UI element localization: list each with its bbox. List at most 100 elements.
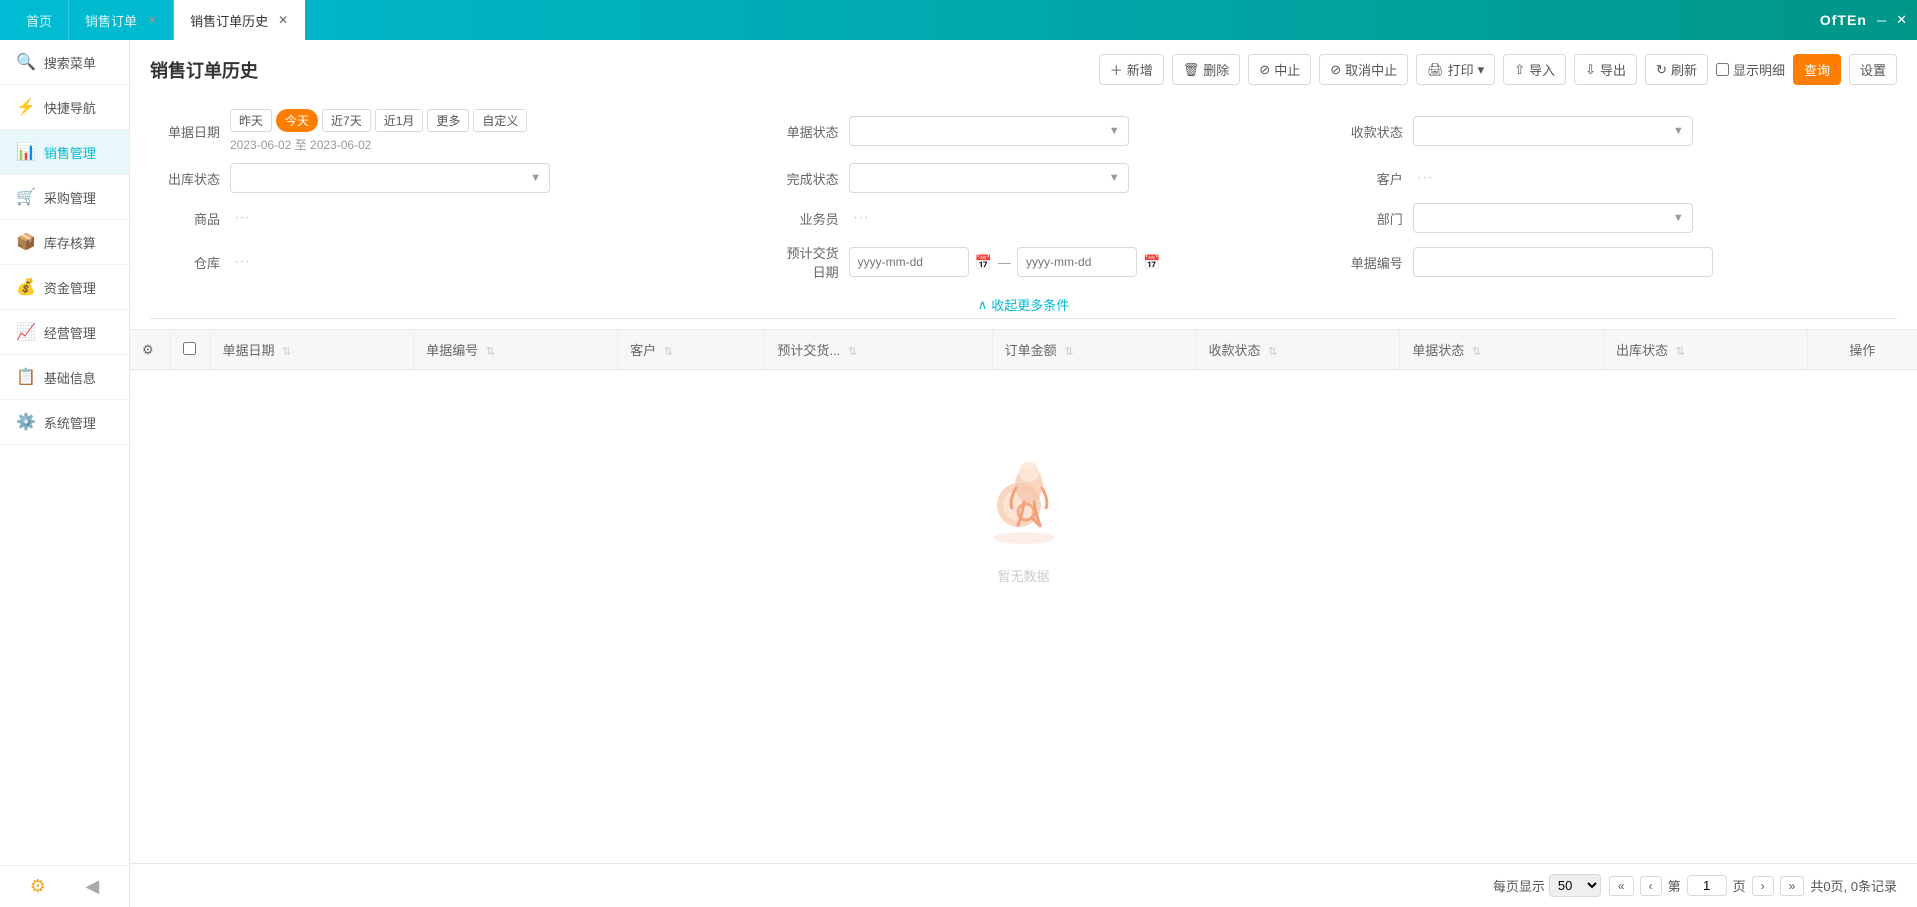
collapse-button[interactable]: ∧ 收起更多条件 bbox=[978, 295, 1070, 314]
outbound-status-select[interactable]: ▼ bbox=[230, 163, 550, 193]
salesperson-dots[interactable]: ··· bbox=[849, 209, 873, 227]
delete-button[interactable]: 🗑 删除 bbox=[1172, 54, 1241, 85]
sidebar-item-system-mgmt-label: 系统管理 bbox=[44, 413, 96, 432]
customer-dots[interactable]: ··· bbox=[1413, 169, 1437, 187]
tab-sales-order-close[interactable]: ✕ bbox=[147, 13, 157, 27]
settings-gear-icon[interactable]: ⚙ bbox=[142, 342, 154, 357]
delivery-label: 预计交货日期 bbox=[779, 243, 849, 281]
refresh-button[interactable]: ↻ 刷新 bbox=[1645, 54, 1708, 85]
page-size-label: 每页显示 bbox=[1493, 876, 1545, 895]
date-btn-yesterday[interactable]: 昨天 bbox=[230, 109, 272, 132]
top-bar: 首页 销售订单 ✕ 销售订单历史 ✕ OfTEn ─ ✕ bbox=[0, 0, 1917, 40]
page-nav: « ‹ 第 页 › » 共0页, 0条记录 bbox=[1609, 875, 1897, 896]
filter-col-warehouse: 仓库 ··· bbox=[150, 253, 769, 272]
prev-page-button[interactable]: ‹ bbox=[1640, 876, 1662, 896]
brand-label: OfTEn bbox=[1820, 12, 1867, 28]
th-settings[interactable]: ⚙ bbox=[130, 330, 170, 370]
window-minimize[interactable]: ─ bbox=[1877, 13, 1886, 28]
date-btn-today[interactable]: 今天 bbox=[276, 109, 318, 132]
sidebar-collapse-icon[interactable]: ◀ bbox=[85, 876, 99, 897]
date-btn-more[interactable]: 更多 bbox=[427, 109, 469, 132]
first-page-button[interactable]: « bbox=[1609, 876, 1634, 896]
refresh-icon: ↻ bbox=[1656, 62, 1667, 78]
sidebar-bottom: ⚙ ◀ bbox=[0, 865, 129, 907]
last-page-button[interactable]: » bbox=[1780, 876, 1805, 896]
capital-icon: 💰 bbox=[16, 277, 36, 297]
add-button[interactable]: ＋ 新增 bbox=[1099, 54, 1164, 85]
filter-col-outbound: 出库状态 ▼ bbox=[150, 163, 769, 193]
print-button[interactable]: 🖨 打印 ▾ bbox=[1416, 54, 1495, 85]
date-btn-7days[interactable]: 近7天 bbox=[322, 109, 371, 132]
page-size-dropdown[interactable]: 20 50 100 bbox=[1549, 874, 1601, 897]
window-close[interactable]: ✕ bbox=[1896, 12, 1907, 28]
inventory-icon: 📦 bbox=[16, 232, 36, 252]
sidebar-item-inventory-label: 库存核算 bbox=[44, 233, 96, 252]
sidebar-item-quick-nav[interactable]: ⚡ 快捷导航 bbox=[0, 85, 129, 130]
page-header: 销售订单历史 ＋ 新增 🗑 删除 ⊘ 中止 bbox=[130, 40, 1917, 330]
search-menu-icon: 🔍 bbox=[16, 52, 36, 72]
print-label: 打印 bbox=[1448, 60, 1474, 79]
sidebar-item-purchase-mgmt-label: 采购管理 bbox=[44, 188, 96, 207]
cancel-stop-button[interactable]: ⊘ 取消中止 bbox=[1319, 54, 1408, 85]
th-checkbox[interactable] bbox=[170, 330, 210, 370]
th-amount[interactable]: 订单金额 ⇅ bbox=[992, 330, 1196, 370]
th-receipt-status[interactable]: 收款状态 ⇅ bbox=[1196, 330, 1400, 370]
sort-number-icon: ⇅ bbox=[486, 346, 495, 358]
print-dropdown-icon: ▾ bbox=[1478, 62, 1485, 78]
delivery-end-cal-icon[interactable]: 📅 bbox=[1143, 254, 1160, 271]
receipt-status-select[interactable]: ▼ bbox=[1413, 116, 1693, 146]
tab-sales-order[interactable]: 销售订单 ✕ bbox=[69, 0, 174, 40]
filter-col-delivery: 预计交货日期 📅 — 📅 bbox=[769, 243, 1333, 281]
th-date[interactable]: 单据日期 ⇅ bbox=[210, 330, 414, 370]
sidebar-item-capital[interactable]: 💰 资金管理 bbox=[0, 265, 129, 310]
th-delivery[interactable]: 预计交货... ⇅ bbox=[765, 330, 992, 370]
pagination-bar: 每页显示 20 50 100 « ‹ 第 页 › » 共0页, 0条记录 bbox=[130, 863, 1917, 907]
th-number[interactable]: 单据编号 ⇅ bbox=[414, 330, 618, 370]
order-number-input[interactable] bbox=[1413, 247, 1713, 277]
sidebar-item-basic-info[interactable]: 📋 基础信息 bbox=[0, 355, 129, 400]
page-number-input[interactable] bbox=[1687, 875, 1727, 896]
status-label: 单据状态 bbox=[779, 122, 849, 141]
select-all-checkbox[interactable] bbox=[183, 342, 196, 355]
stop-button[interactable]: ⊘ 中止 bbox=[1248, 54, 1311, 85]
import-button[interactable]: ⇧ 导入 bbox=[1503, 54, 1566, 85]
date-btn-custom[interactable]: 自定义 bbox=[473, 109, 527, 132]
display-columns-checkbox[interactable] bbox=[1716, 63, 1729, 76]
warehouse-dots[interactable]: ··· bbox=[230, 253, 254, 271]
tab-sales-order-history-close[interactable]: ✕ bbox=[278, 13, 288, 27]
sidebar-item-sales-mgmt[interactable]: 📊 销售管理 bbox=[0, 130, 129, 175]
date-btn-1month[interactable]: 近1月 bbox=[375, 109, 424, 132]
filter-col-receipt: 收款状态 ▼ bbox=[1333, 116, 1897, 146]
th-order-status[interactable]: 单据状态 ⇅ bbox=[1400, 330, 1604, 370]
collapse-up-icon: ∧ bbox=[978, 297, 988, 313]
th-customer[interactable]: 客户 ⇅ bbox=[618, 330, 765, 370]
status-select[interactable]: ▼ bbox=[849, 116, 1129, 146]
sidebar-item-capital-label: 资金管理 bbox=[44, 278, 96, 297]
next-page-button[interactable]: › bbox=[1752, 876, 1774, 896]
delivery-end-date[interactable] bbox=[1017, 247, 1137, 277]
salesperson-label: 业务员 bbox=[779, 209, 849, 228]
sidebar-item-system-mgmt[interactable]: ⚙️ 系统管理 bbox=[0, 400, 129, 445]
delete-label: 删除 bbox=[1203, 60, 1229, 79]
export-button[interactable]: ⇩ 导出 bbox=[1574, 54, 1637, 85]
date-range-text: 2023-06-02 至 2023-06-02 bbox=[230, 136, 527, 153]
department-select[interactable]: ▼ bbox=[1413, 203, 1693, 233]
delivery-start-cal-icon[interactable]: 📅 bbox=[975, 254, 992, 271]
sidebar-item-operations[interactable]: 📈 经营管理 bbox=[0, 310, 129, 355]
sidebar-item-search-menu[interactable]: 🔍 搜索菜单 bbox=[0, 40, 129, 85]
order-number-label: 单据编号 bbox=[1343, 253, 1413, 272]
product-dots[interactable]: ··· bbox=[230, 209, 254, 227]
settings-label: 设置 bbox=[1860, 60, 1886, 79]
sidebar-settings-icon[interactable]: ⚙ bbox=[30, 876, 46, 897]
sidebar-item-purchase-mgmt[interactable]: 🛒 采购管理 bbox=[0, 175, 129, 220]
th-outbound-status[interactable]: 出库状态 ⇅ bbox=[1604, 330, 1808, 370]
delivery-start-date[interactable] bbox=[849, 247, 969, 277]
tab-sales-order-history[interactable]: 销售订单历史 ✕ bbox=[174, 0, 305, 40]
complete-status-select[interactable]: ▼ bbox=[849, 163, 1129, 193]
tab-home[interactable]: 首页 bbox=[10, 0, 69, 40]
sidebar-item-search-menu-label: 搜索菜单 bbox=[44, 53, 96, 72]
sidebar-item-inventory[interactable]: 📦 库存核算 bbox=[0, 220, 129, 265]
settings-button[interactable]: 设置 bbox=[1849, 54, 1897, 85]
query-button[interactable]: 查询 bbox=[1793, 54, 1841, 85]
display-columns-label[interactable]: 显示明细 bbox=[1716, 60, 1785, 79]
